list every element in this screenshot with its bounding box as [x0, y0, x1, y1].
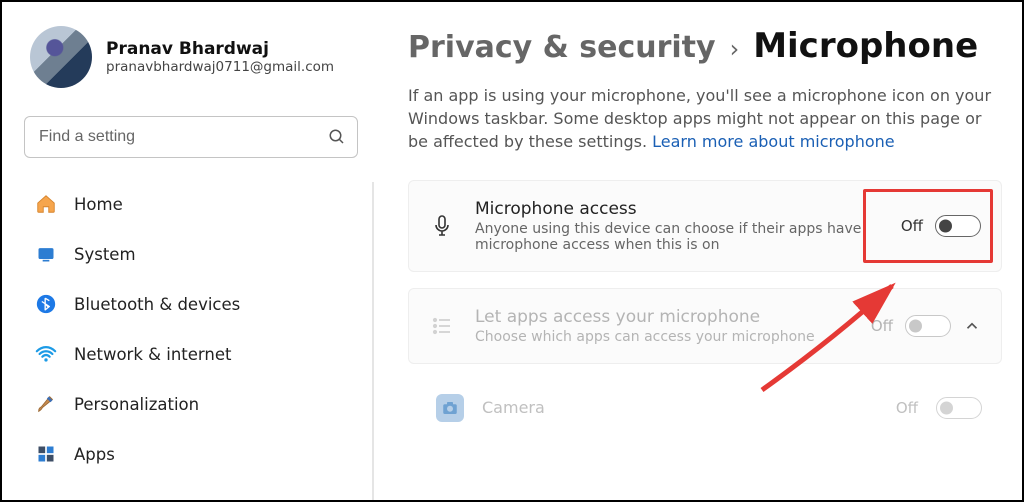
app-row-camera: Camera Off [408, 380, 1002, 428]
camera-app-icon [436, 394, 464, 422]
sidebar-item-label: Network & internet [74, 345, 231, 364]
user-name: Pranav Bhardwaj [106, 39, 334, 59]
camera-app-toggle[interactable] [936, 397, 982, 419]
app-name: Camera [482, 398, 878, 417]
toggle-state: Off [901, 217, 923, 235]
user-email: pranavbhardwaj0711@gmail.com [106, 59, 334, 75]
search-icon [328, 128, 346, 146]
sidebar-item-label: Apps [74, 445, 115, 464]
sidebar-item-personalization[interactable]: Personalization [24, 380, 358, 428]
microphone-icon [429, 214, 455, 238]
search-input[interactable] [24, 116, 358, 158]
sidebar-item-system[interactable]: System [24, 230, 358, 278]
card-title: Let apps access your microphone [475, 307, 851, 327]
sidebar-item-label: Bluetooth & devices [74, 295, 240, 314]
sidebar-item-network[interactable]: Network & internet [24, 330, 358, 378]
toggle-state: Off [871, 317, 893, 335]
wifi-icon [34, 342, 58, 366]
sidebar-item-label: System [74, 245, 136, 264]
card-subtitle: Choose which apps can access your microp… [475, 329, 851, 345]
sidebar-nav: Home System Bluetooth & devices Network … [24, 180, 358, 478]
learn-more-link[interactable]: Learn more about microphone [652, 132, 895, 151]
system-icon [34, 242, 58, 266]
bluetooth-icon [34, 292, 58, 316]
search-wrap [24, 116, 358, 158]
home-icon [34, 192, 58, 216]
chevron-right-icon: › [730, 35, 740, 63]
chevron-up-icon[interactable] [963, 317, 981, 335]
paintbrush-icon [34, 392, 58, 416]
apps-icon [34, 442, 58, 466]
sidebar-item-label: Personalization [74, 395, 199, 414]
microphone-access-card: Microphone access Anyone using this devi… [408, 180, 1002, 272]
sidebar-separator [372, 182, 374, 500]
sidebar-item-bluetooth[interactable]: Bluetooth & devices [24, 280, 358, 328]
sidebar-item-apps[interactable]: Apps [24, 430, 358, 478]
card-subtitle: Anyone using this device can choose if t… [475, 221, 881, 253]
let-apps-card: Let apps access your microphone Choose w… [408, 288, 1002, 364]
page-description: If an app is using your microphone, you'… [408, 84, 1002, 154]
microphone-access-toggle[interactable] [935, 215, 981, 237]
sidebar-item-home[interactable]: Home [24, 180, 358, 228]
card-title: Microphone access [475, 199, 881, 219]
breadcrumb: Privacy & security › Microphone [408, 26, 1002, 66]
let-apps-toggle[interactable] [905, 315, 951, 337]
list-icon [429, 314, 455, 338]
sidebar-item-label: Home [74, 195, 123, 214]
account-header[interactable]: Pranav Bhardwaj pranavbhardwaj0711@gmail… [30, 26, 358, 88]
toggle-state: Off [896, 399, 918, 417]
avatar [30, 26, 92, 88]
page-title: Microphone [753, 26, 978, 66]
breadcrumb-parent[interactable]: Privacy & security [408, 30, 716, 65]
